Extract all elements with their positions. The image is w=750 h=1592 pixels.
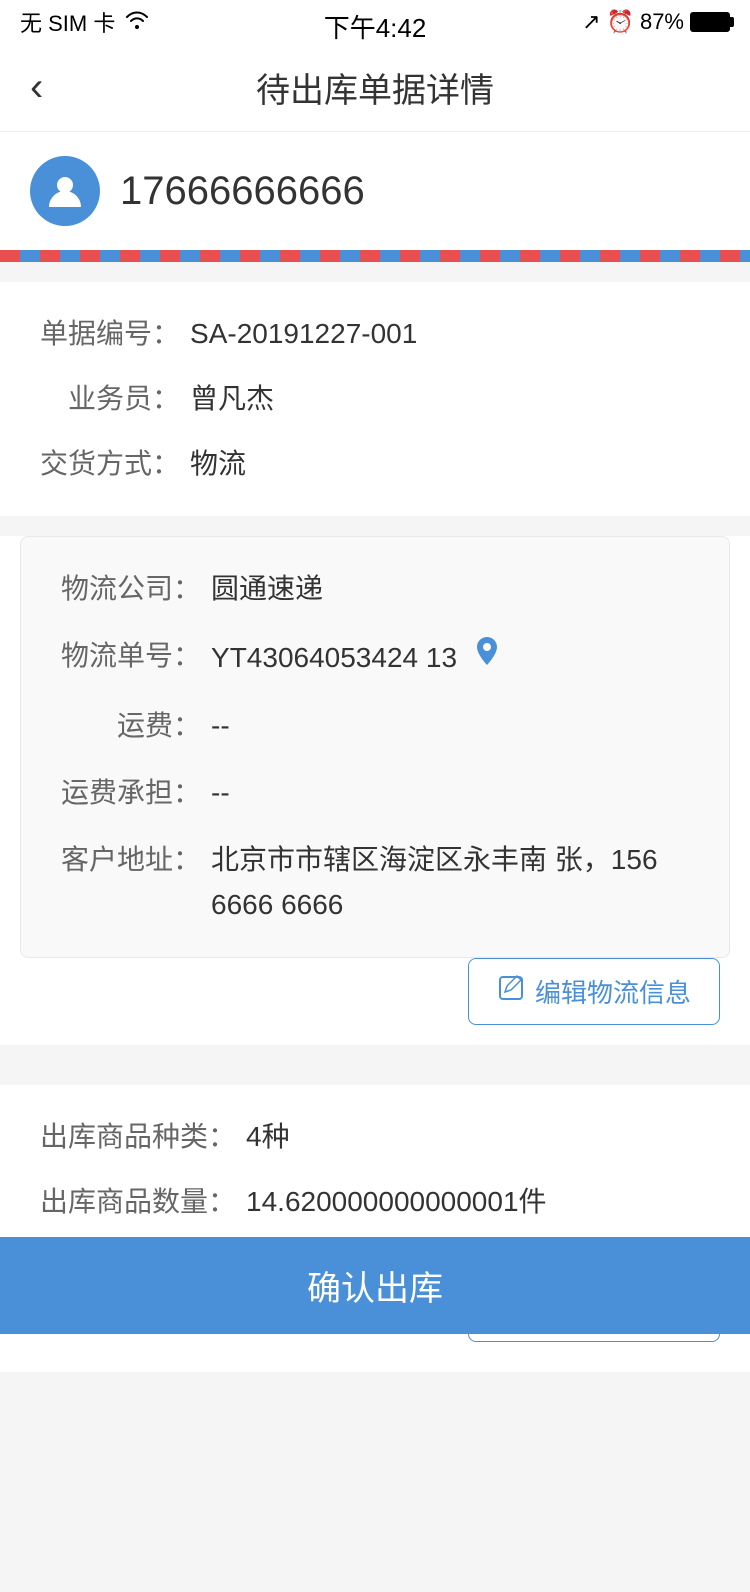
freight-bear-row: 运费承担： -- — [61, 771, 689, 816]
edit-btn-container: 编辑物流信息 — [0, 958, 750, 1045]
delivery-label: 交货方式： — [40, 442, 180, 487]
customer-phone: 17666666666 — [120, 169, 365, 214]
freight-row: 运费： -- — [61, 704, 689, 749]
battery-text: 87% — [640, 9, 684, 35]
logistics-tracking-value: YT43064053424 13 — [211, 634, 689, 682]
location-icon: ↗ — [582, 9, 600, 35]
status-right: ↗ ⏰ 87% — [582, 9, 730, 35]
status-left: 无 SIM 卡 — [20, 6, 151, 38]
dashed-divider — [0, 250, 750, 262]
section-divider — [0, 1045, 750, 1065]
freight-bear-label: 运费承担： — [61, 771, 201, 816]
quantity-label: 出库商品数量： — [40, 1180, 236, 1225]
page-title: 待出库单据详情 — [256, 63, 494, 112]
summary-section: 出库商品种类： 4种 出库商品数量： 14.620000000000001件 — [0, 1085, 750, 1255]
freight-bear-value: -- — [211, 771, 689, 816]
delivery-row: 交货方式： 物流 — [40, 442, 710, 487]
logistics-card: 物流公司： 圆通速递 物流单号： YT43064053424 13 运费： -- — [20, 536, 730, 958]
salesman-label: 业务员： — [40, 377, 180, 422]
alarm-icon: ⏰ — [607, 9, 634, 35]
quantity-row: 出库商品数量： 14.620000000000001件 — [40, 1180, 710, 1225]
freight-value: -- — [211, 704, 689, 749]
freight-label: 运费： — [61, 704, 201, 749]
delivery-value: 物流 — [190, 442, 710, 487]
logistics-company-value: 圆通速递 — [211, 567, 689, 612]
address-value: 北京市市辖区海淀区永丰南 张，156 6666 6666 — [211, 838, 689, 928]
category-label: 出库商品种类： — [40, 1115, 236, 1160]
salesman-value: 曾凡杰 — [190, 377, 710, 422]
edit-icon — [497, 974, 525, 1009]
customer-header: 17666666666 — [0, 132, 750, 250]
order-info-section: 单据编号： SA-20191227-001 业务员： 曾凡杰 交货方式： 物流 — [0, 282, 750, 516]
order-no-value: SA-20191227-001 — [190, 312, 710, 357]
nav-bar: ‹ 待出库单据详情 — [0, 44, 750, 132]
salesman-row: 业务员： 曾凡杰 — [40, 377, 710, 422]
logistics-company-row: 物流公司： 圆通速递 — [61, 567, 689, 612]
back-button[interactable]: ‹ — [30, 65, 43, 110]
wifi-icon — [123, 9, 151, 35]
quantity-value: 14.620000000000001件 — [246, 1180, 547, 1225]
edit-btn-label: 编辑物流信息 — [535, 973, 691, 1010]
main-content: 17666666666 单据编号： SA-20191227-001 业务员： 曾… — [0, 132, 750, 1592]
status-time: 下午4:42 — [324, 8, 427, 45]
address-label: 客户地址： — [61, 838, 201, 883]
logistics-tracking-label: 物流单号： — [61, 634, 201, 679]
bottom-spacer — [0, 1372, 750, 1492]
confirm-button[interactable]: 确认出库 — [0, 1261, 750, 1310]
order-no-row: 单据编号： SA-20191227-001 — [40, 312, 710, 357]
category-value: 4种 — [246, 1115, 290, 1160]
confirm-btn-container: 确认出库 — [0, 1237, 750, 1334]
order-no-label: 单据编号： — [40, 312, 180, 357]
logistics-company-label: 物流公司： — [61, 567, 201, 612]
address-row: 客户地址： 北京市市辖区海淀区永丰南 张，156 6666 6666 — [61, 838, 689, 928]
location-pin-icon[interactable] — [471, 634, 503, 682]
logistics-tracking-row: 物流单号： YT43064053424 13 — [61, 634, 689, 682]
battery-icon — [690, 12, 730, 32]
edit-logistics-button[interactable]: 编辑物流信息 — [468, 958, 720, 1025]
status-bar: 无 SIM 卡 下午4:42 ↗ ⏰ 87% — [0, 0, 750, 44]
avatar — [30, 156, 100, 226]
carrier-text: 无 SIM 卡 — [20, 6, 115, 38]
category-row: 出库商品种类： 4种 — [40, 1115, 710, 1160]
